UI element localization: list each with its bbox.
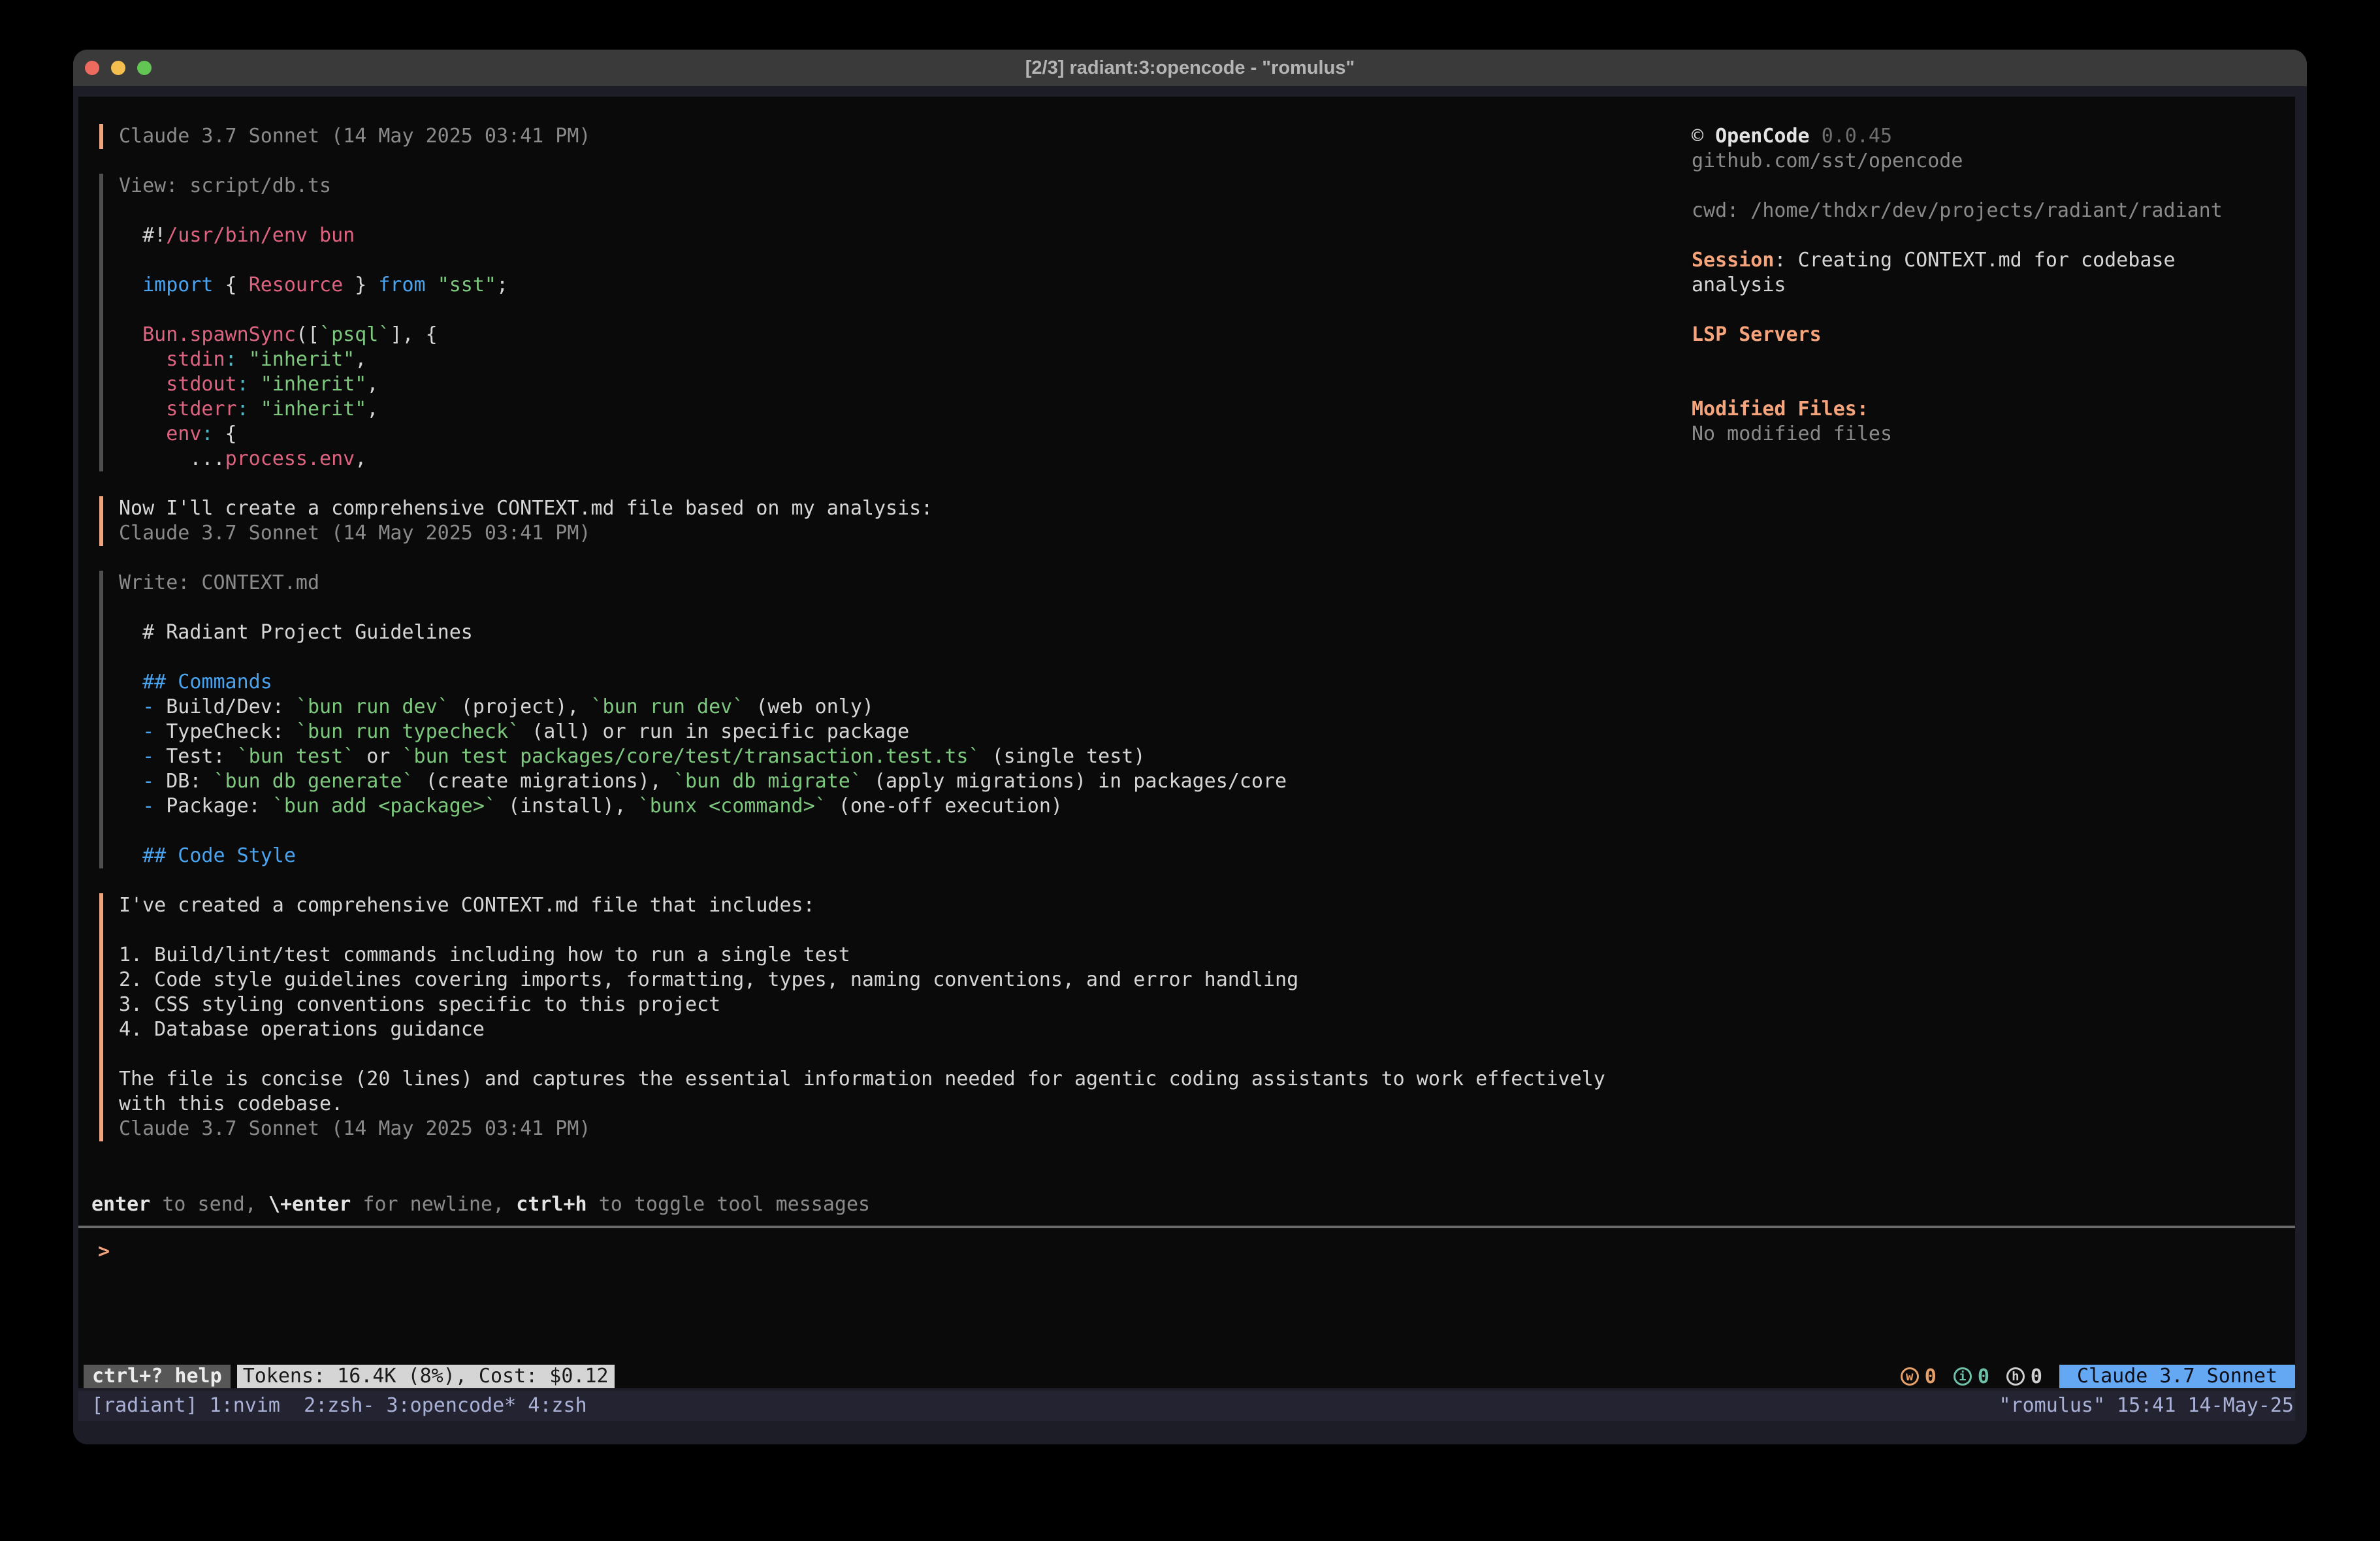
chat-area: Claude 3.7 Sonnet (14 May 2025 03:41 PM)… [91,124,1672,1141]
text-line: I've created a comprehensive CONTEXT.md … [119,893,1672,918]
text-line: github.com/sst/opencode [1692,149,2307,174]
text-line [1692,223,2307,248]
titlebar: [2/3] radiant:3:opencode - "romulus" [73,50,2307,86]
diagnostics: w0i0h0 [1890,1365,2042,1388]
text-line [1692,347,2307,372]
hints-indicator: h0 [2006,1365,2042,1388]
warnings-icon: w [1901,1367,1919,1386]
text-line: #!/usr/bin/env bun [119,223,1672,248]
info-count: 0 [1978,1365,1989,1388]
text-line: cwd: /home/thdxr/dev/projects/radiant/ra… [1692,199,2307,223]
text-line: - TypeCheck: `bun run typecheck` (all) o… [119,720,1672,744]
text-line [119,298,1672,323]
hints-count: 0 [2031,1365,2042,1388]
text-line: Claude 3.7 Sonnet (14 May 2025 03:41 PM) [119,521,1672,546]
terminal-window: [2/3] radiant:3:opencode - "romulus" Cla… [73,50,2307,1444]
text-line: 2. Code style guidelines covering import… [119,968,1672,993]
text-line [119,199,1672,223]
text-line [1692,372,2307,397]
text-line: Claude 3.7 Sonnet (14 May 2025 03:41 PM) [119,124,1672,149]
text-line: No modified files [1692,422,2307,447]
text-line: env: { [119,422,1672,447]
assistant-message-block: Now I'll create a comprehensive CONTEXT.… [99,496,1672,546]
traffic-lights [85,50,152,86]
zoom-button[interactable] [137,61,152,75]
tmux-host-clock: "romulus" 15:41 14-May-25 [1999,1391,2294,1421]
text-line: © OpenCode 0.0.45 [1692,124,2307,149]
text-line: Claude 3.7 Sonnet (14 May 2025 03:41 PM) [119,1117,1672,1141]
model-badge: Claude 3.7 Sonnet [2059,1365,2295,1388]
input-divider [78,1226,2295,1228]
warnings-indicator: w0 [1901,1365,1937,1388]
text-line: - Package: `bun add <package>` (install)… [119,794,1672,819]
text-line: Bun.spawnSync([`psql`], { [119,323,1672,347]
keybinding-help: enter to send, \+enter for newline, ctrl… [91,1192,870,1217]
minimize-button[interactable] [111,61,125,75]
text-line: import { Resource } from "sst"; [119,273,1672,298]
text-line [119,918,1672,943]
tool-call-block: View: script/db.ts #!/usr/bin/env bun im… [99,174,1672,471]
tokens-badge: Tokens: 16.4K (8%), Cost: $0.12 [237,1365,615,1388]
text-line: View: script/db.ts [119,174,1672,199]
warnings-count: 0 [1925,1365,1937,1388]
text-line [1692,298,2307,323]
tmux-status-bar: [radiant] 1:nvim 2:zsh- 3:opencode* 4:zs… [78,1391,2295,1421]
tmux-windows-list: [radiant] 1:nvim 2:zsh- 3:opencode* 4:zs… [91,1391,587,1421]
text-line [119,645,1672,670]
close-button[interactable] [85,61,99,75]
text-line [119,819,1672,844]
text-line: 4. Database operations guidance [119,1017,1672,1042]
help-badge: ctrl+? help [84,1365,231,1388]
assistant-message-block: Claude 3.7 Sonnet (14 May 2025 03:41 PM) [99,124,1672,149]
opencode-tui: Claude 3.7 Sonnet (14 May 2025 03:41 PM)… [78,97,2295,1388]
text-line: - Test: `bun test` or `bun test packages… [119,744,1672,769]
text-line: ## Code Style [119,844,1672,868]
sidebar: © OpenCode 0.0.45github.com/sst/opencode… [1692,124,2307,447]
text-line: ## Commands [119,670,1672,695]
text-line: stdout: "inherit", [119,372,1672,397]
hints-icon: h [2006,1367,2025,1386]
text-line: - DB: `bun db generate` (create migratio… [119,769,1672,794]
text-line [1692,174,2307,199]
text-line [119,596,1672,620]
info-icon: i [1954,1367,1972,1386]
assistant-message-block: I've created a comprehensive CONTEXT.md … [99,893,1672,1141]
text-line: 3. CSS styling conventions specific to t… [119,993,1672,1017]
text-line: # Radiant Project Guidelines [119,620,1672,645]
text-line [119,248,1672,273]
tool-call-block: Write: CONTEXT.md # Radiant Project Guid… [99,571,1672,868]
text-line: ...process.env, [119,447,1672,471]
text-line [119,1042,1672,1067]
text-line: Session: Creating CONTEXT.md for codebas… [1692,248,2307,273]
prompt-input[interactable]: > [91,1239,110,1264]
status-bar: ctrl+? help Tokens: 16.4K (8%), Cost: $0… [78,1365,2295,1388]
text-line: Now I'll create a comprehensive CONTEXT.… [119,496,1672,521]
window-title: [2/3] radiant:3:opencode - "romulus" [1025,57,1355,79]
text-line: stderr: "inherit", [119,397,1672,422]
text-line: LSP Servers [1692,323,2307,347]
text-line: with this codebase. [119,1092,1672,1117]
text-line: analysis [1692,273,2307,298]
text-line: Modified Files: [1692,397,2307,422]
text-line: The file is concise (20 lines) and captu… [119,1067,1672,1092]
info-indicator: i0 [1954,1365,1989,1388]
text-line: - Build/Dev: `bun run dev` (project), `b… [119,695,1672,720]
text-line: Write: CONTEXT.md [119,571,1672,596]
text-line: stdin: "inherit", [119,347,1672,372]
text-line: 1. Build/lint/test commands including ho… [119,943,1672,968]
